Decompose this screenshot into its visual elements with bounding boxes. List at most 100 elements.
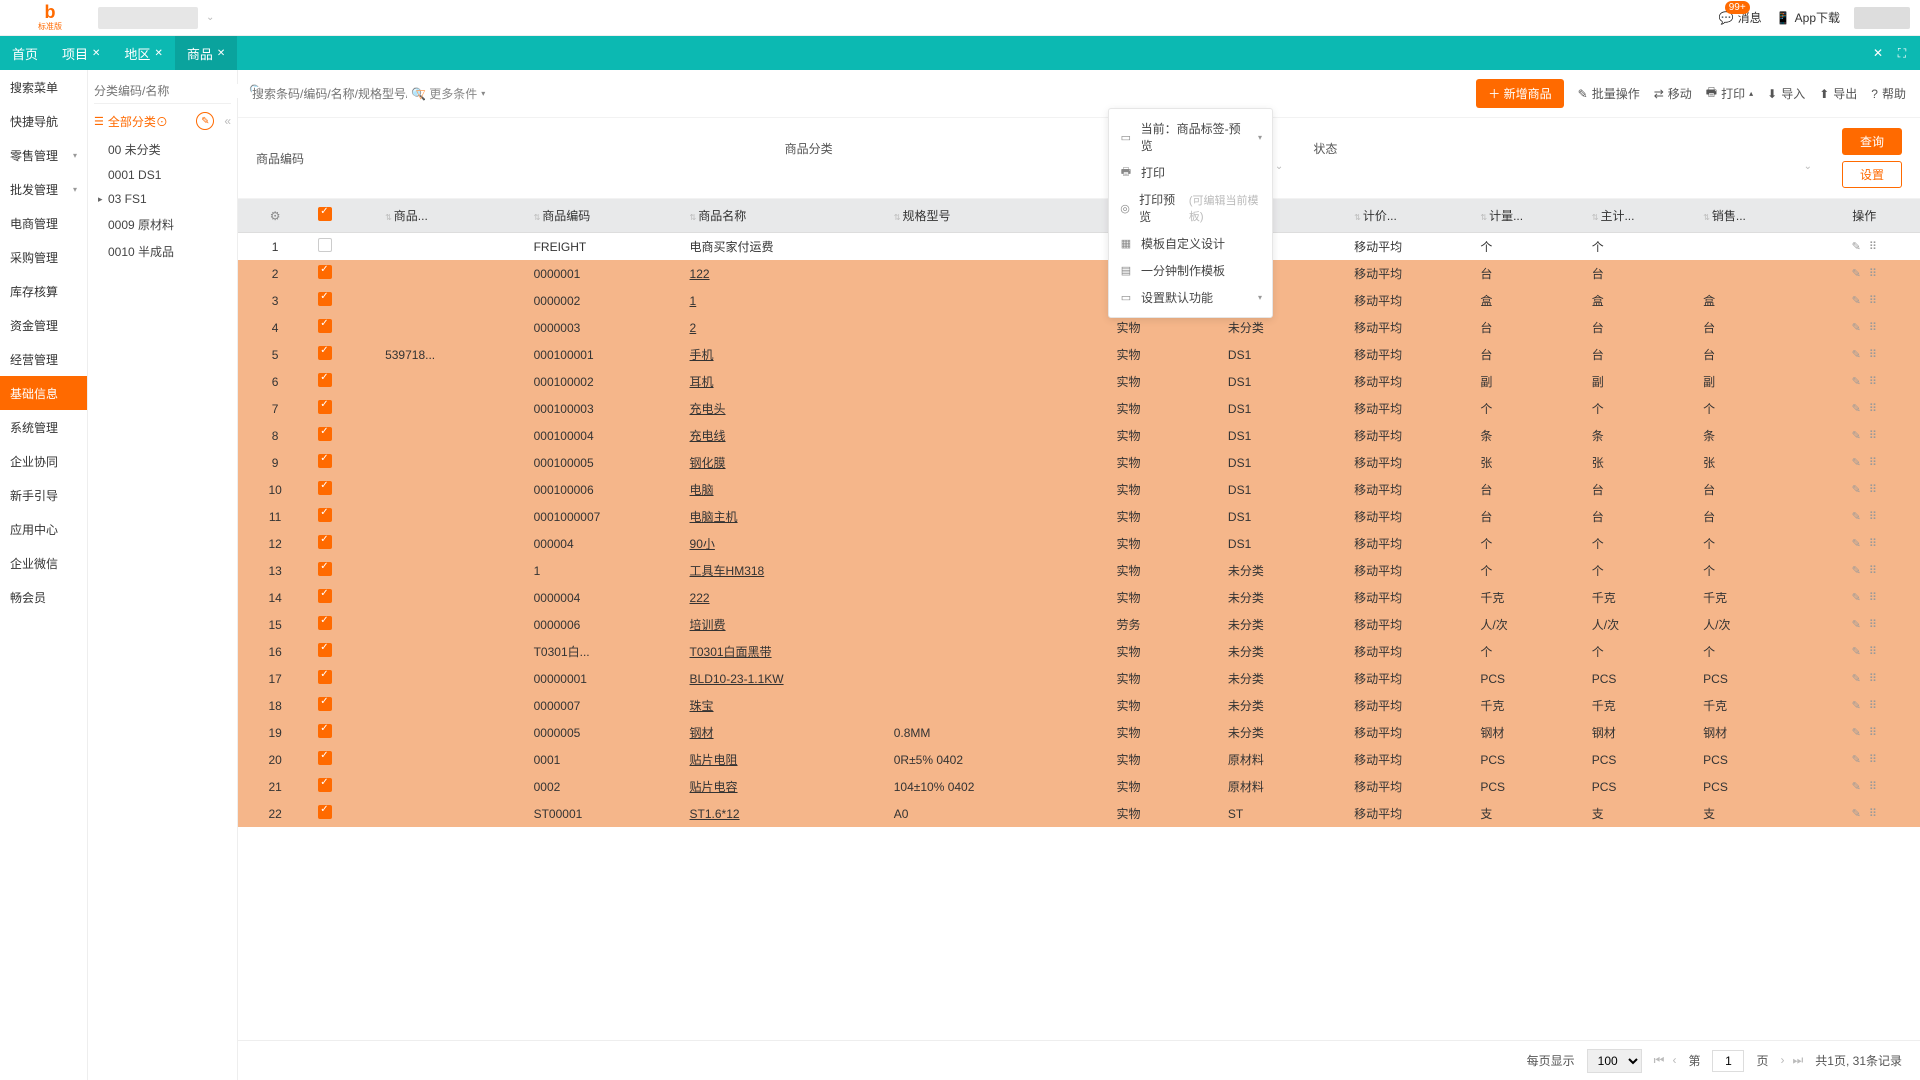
messages-button[interactable]: 99+ 💬 消息 — [1719, 9, 1762, 26]
row-checkbox[interactable] — [318, 508, 332, 522]
row-checkbox[interactable] — [318, 778, 332, 792]
tree-all-categories[interactable]: 全部分类⊙ — [108, 113, 192, 130]
more-row-icon[interactable]: ⠿ — [1869, 510, 1877, 523]
table-row[interactable]: 22ST00001ST1.6*12A0实物ST移动平均支支支✎⠿ — [238, 800, 1920, 827]
sidebar-item-搜索菜单[interactable]: 搜索菜单 — [0, 70, 87, 104]
product-name-link[interactable]: 钢化膜 — [690, 456, 726, 470]
row-checkbox[interactable] — [318, 373, 332, 387]
product-name-link[interactable]: 钢材 — [690, 726, 714, 740]
pager-prev-icon[interactable]: ‹ — [1672, 1053, 1676, 1068]
edit-row-icon[interactable]: ✎ — [1852, 375, 1861, 388]
more-row-icon[interactable]: ⠿ — [1869, 807, 1877, 820]
print-button[interactable]: 🖶打印▴ — [1706, 83, 1753, 104]
edit-row-icon[interactable]: ✎ — [1852, 348, 1861, 361]
edit-row-icon[interactable]: ✎ — [1852, 672, 1861, 685]
select-all-checkbox[interactable] — [318, 207, 332, 221]
per-page-select[interactable]: 100 — [1587, 1049, 1642, 1073]
sidebar-item-经营管理[interactable]: 经营管理 — [0, 342, 87, 376]
product-name-link[interactable]: 1 — [690, 294, 697, 308]
more-row-icon[interactable]: ⠿ — [1869, 564, 1877, 577]
sidebar-item-应用中心[interactable]: 应用中心 — [0, 512, 87, 546]
edit-row-icon[interactable]: ✎ — [1852, 591, 1861, 604]
more-row-icon[interactable]: ⠿ — [1869, 402, 1877, 415]
table-row[interactable]: 1200000490小实物DS1移动平均个个个✎⠿ — [238, 530, 1920, 557]
fullscreen-icon[interactable]: ⛶ — [1894, 45, 1910, 61]
table-row[interactable]: 110001000007电脑主机实物DS1移动平均台台台✎⠿ — [238, 503, 1920, 530]
batch-button[interactable]: ✎批量操作 — [1578, 85, 1640, 102]
filter-status-select[interactable]: ⌄ — [1313, 161, 1812, 177]
close-tab-icon[interactable]: ✕ — [1870, 45, 1886, 61]
th-unit[interactable]: 计量... — [1489, 209, 1523, 223]
more-row-icon[interactable]: ⠿ — [1869, 267, 1877, 280]
more-row-icon[interactable]: ⠿ — [1869, 672, 1877, 685]
row-checkbox[interactable] — [318, 427, 332, 441]
tab-地区[interactable]: 地区✕ — [112, 36, 174, 70]
th-main[interactable]: 主计... — [1600, 209, 1634, 223]
tree-item[interactable]: 00 未分类 — [94, 136, 231, 163]
expand-icon[interactable]: ▸ — [98, 194, 104, 205]
tree-item[interactable]: ▸03 FS1 — [94, 187, 231, 211]
table-row[interactable]: 180000007珠宝实物未分类移动平均千克千克千克✎⠿ — [238, 692, 1920, 719]
table-row[interactable]: 16T0301白...T0301白面黑带实物未分类移动平均个个个✎⠿ — [238, 638, 1920, 665]
sidebar-item-电商管理[interactable]: 电商管理 — [0, 206, 87, 240]
table-row[interactable]: 6000100002耳机实物DS1移动平均副副副✎⠿ — [238, 368, 1920, 395]
more-row-icon[interactable]: ⠿ — [1869, 294, 1877, 307]
user-avatar[interactable] — [1854, 7, 1910, 29]
sidebar-item-批发管理[interactable]: 批发管理▾ — [0, 172, 87, 206]
more-row-icon[interactable]: ⠿ — [1869, 375, 1877, 388]
edit-row-icon[interactable]: ✎ — [1852, 618, 1861, 631]
tree-item[interactable]: 0001 DS1 — [94, 163, 231, 187]
row-checkbox[interactable] — [318, 400, 332, 414]
product-name-link[interactable]: 222 — [690, 591, 710, 605]
pager-next-icon[interactable]: › — [1780, 1053, 1784, 1068]
row-checkbox[interactable] — [318, 238, 332, 252]
table-row[interactable]: 150000006培训费劳务未分类移动平均人/次人/次人/次✎⠿ — [238, 611, 1920, 638]
more-filters-button[interactable]: ▽ 更多条件 ▾ — [416, 85, 485, 102]
more-row-icon[interactable]: ⠿ — [1869, 780, 1877, 793]
table-row[interactable]: 10000100006电脑实物DS1移动平均台台台✎⠿ — [238, 476, 1920, 503]
sidebar-item-资金管理[interactable]: 资金管理 — [0, 308, 87, 342]
gear-icon[interactable]: ⚙ — [238, 199, 312, 233]
product-name-link[interactable]: 电商买家付运费 — [690, 240, 774, 254]
more-row-icon[interactable]: ⠿ — [1869, 699, 1877, 712]
edit-row-icon[interactable]: ✎ — [1852, 564, 1861, 577]
th-sales[interactable]: 销售... — [1712, 209, 1746, 223]
query-button[interactable]: 查询 — [1842, 128, 1902, 155]
sidebar-item-库存核算[interactable]: 库存核算 — [0, 274, 87, 308]
row-checkbox[interactable] — [318, 724, 332, 738]
table-row[interactable]: 140000004222实物未分类移动平均千克千克千克✎⠿ — [238, 584, 1920, 611]
add-product-button[interactable]: ＋ 新增商品 — [1476, 79, 1563, 108]
table-row[interactable]: 1FREIGHT电商买家付运费劳务未分类移动平均个个✎⠿ — [238, 233, 1920, 261]
tree-item[interactable]: 0010 半成品 — [94, 238, 231, 265]
edit-row-icon[interactable]: ✎ — [1852, 780, 1861, 793]
more-row-icon[interactable]: ⠿ — [1869, 726, 1877, 739]
product-name-link[interactable]: 2 — [690, 321, 697, 335]
product-name-link[interactable]: 工具车HM318 — [690, 564, 765, 578]
more-row-icon[interactable]: ⠿ — [1869, 348, 1877, 361]
sidebar-item-采购管理[interactable]: 采购管理 — [0, 240, 87, 274]
row-checkbox[interactable] — [318, 535, 332, 549]
import-button[interactable]: ⬇导入 — [1767, 85, 1805, 102]
product-name-link[interactable]: 贴片电阻 — [690, 753, 738, 767]
edit-row-icon[interactable]: ✎ — [1852, 753, 1861, 766]
edit-row-icon[interactable]: ✎ — [1852, 267, 1861, 280]
table-row[interactable]: 131工具车HM318实物未分类移动平均个个个✎⠿ — [238, 557, 1920, 584]
pager-first-icon[interactable]: ⏮ — [1654, 1053, 1665, 1068]
sidebar-item-企业协同[interactable]: 企业协同 — [0, 444, 87, 478]
table-row[interactable]: 210002贴片电容104±10% 0402实物原材料移动平均PCSPCSPCS… — [238, 773, 1920, 800]
table-row[interactable]: 8000100004充电线实物DS1移动平均条条条✎⠿ — [238, 422, 1920, 449]
sidebar-item-快捷导航[interactable]: 快捷导航 — [0, 104, 87, 138]
table-row[interactable]: 300000021实物未分类移动平均盒盒盒✎⠿ — [238, 287, 1920, 314]
row-checkbox[interactable] — [318, 454, 332, 468]
row-checkbox[interactable] — [318, 751, 332, 765]
collapse-panel-icon[interactable]: « — [224, 114, 231, 128]
th-spec[interactable]: 规格型号 — [902, 209, 950, 223]
pager-last-icon[interactable]: ⏭ — [1792, 1053, 1803, 1068]
product-name-link[interactable]: 充电线 — [690, 429, 726, 443]
sidebar-item-零售管理[interactable]: 零售管理▾ — [0, 138, 87, 172]
row-checkbox[interactable] — [318, 265, 332, 279]
row-checkbox[interactable] — [318, 589, 332, 603]
page-input[interactable] — [1712, 1050, 1744, 1072]
row-checkbox[interactable] — [318, 616, 332, 630]
table-row[interactable]: 20000001122实物未分类移动平均台台✎⠿ — [238, 260, 1920, 287]
